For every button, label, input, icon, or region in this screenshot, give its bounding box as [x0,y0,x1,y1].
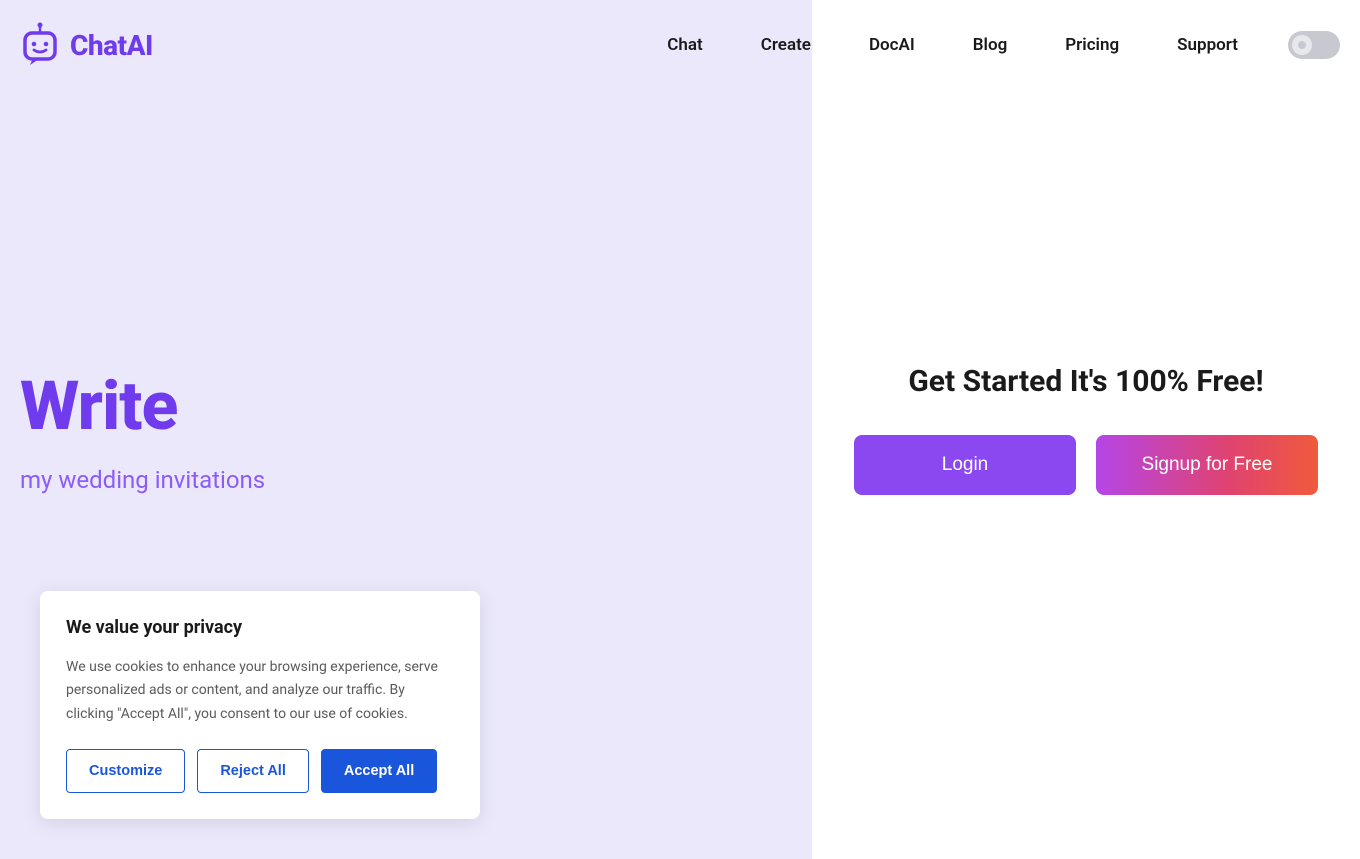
theme-toggle[interactable] [1288,31,1340,59]
nav-chat[interactable]: Chat [667,35,702,55]
cta-heading: Get Started It's 100% Free! [832,364,1340,399]
cta-buttons: Login Signup for Free [832,435,1340,495]
cookie-title: We value your privacy [66,617,454,638]
moon-icon [1292,35,1312,55]
nav-create[interactable]: Create [761,35,811,55]
login-button[interactable]: Login [854,435,1076,495]
cookie-buttons: Customize Reject All Accept All [66,749,454,793]
signup-button[interactable]: Signup for Free [1096,435,1318,495]
accept-all-button[interactable]: Accept All [321,749,437,793]
page-container: Write my wedding invitations Get Started… [0,0,1360,859]
cookie-banner: We value your privacy We use cookies to … [40,591,480,819]
main-nav: Chat Create DocAI Blog Pricing Support [667,31,1340,59]
robot-icon [20,21,60,69]
nav-docai[interactable]: DocAI [869,35,915,55]
hero-section: Write my wedding invitations [20,366,265,494]
logo[interactable]: ChatAI [20,21,153,69]
logo-text: ChatAI [70,29,153,62]
reject-all-button[interactable]: Reject All [197,749,309,793]
nav-support[interactable]: Support [1177,35,1238,55]
customize-button[interactable]: Customize [66,749,185,793]
nav-pricing[interactable]: Pricing [1065,35,1119,55]
right-panel: Get Started It's 100% Free! Login Signup… [812,0,1360,859]
header: ChatAI Chat Create DocAI Blog Pricing Su… [0,0,1360,90]
cookie-text: We use cookies to enhance your browsing … [66,656,454,727]
nav-blog[interactable]: Blog [973,35,1008,55]
cta-container: Get Started It's 100% Free! Login Signup… [812,364,1360,495]
hero-subtitle: my wedding invitations [20,466,265,494]
hero-title: Write [20,366,265,446]
